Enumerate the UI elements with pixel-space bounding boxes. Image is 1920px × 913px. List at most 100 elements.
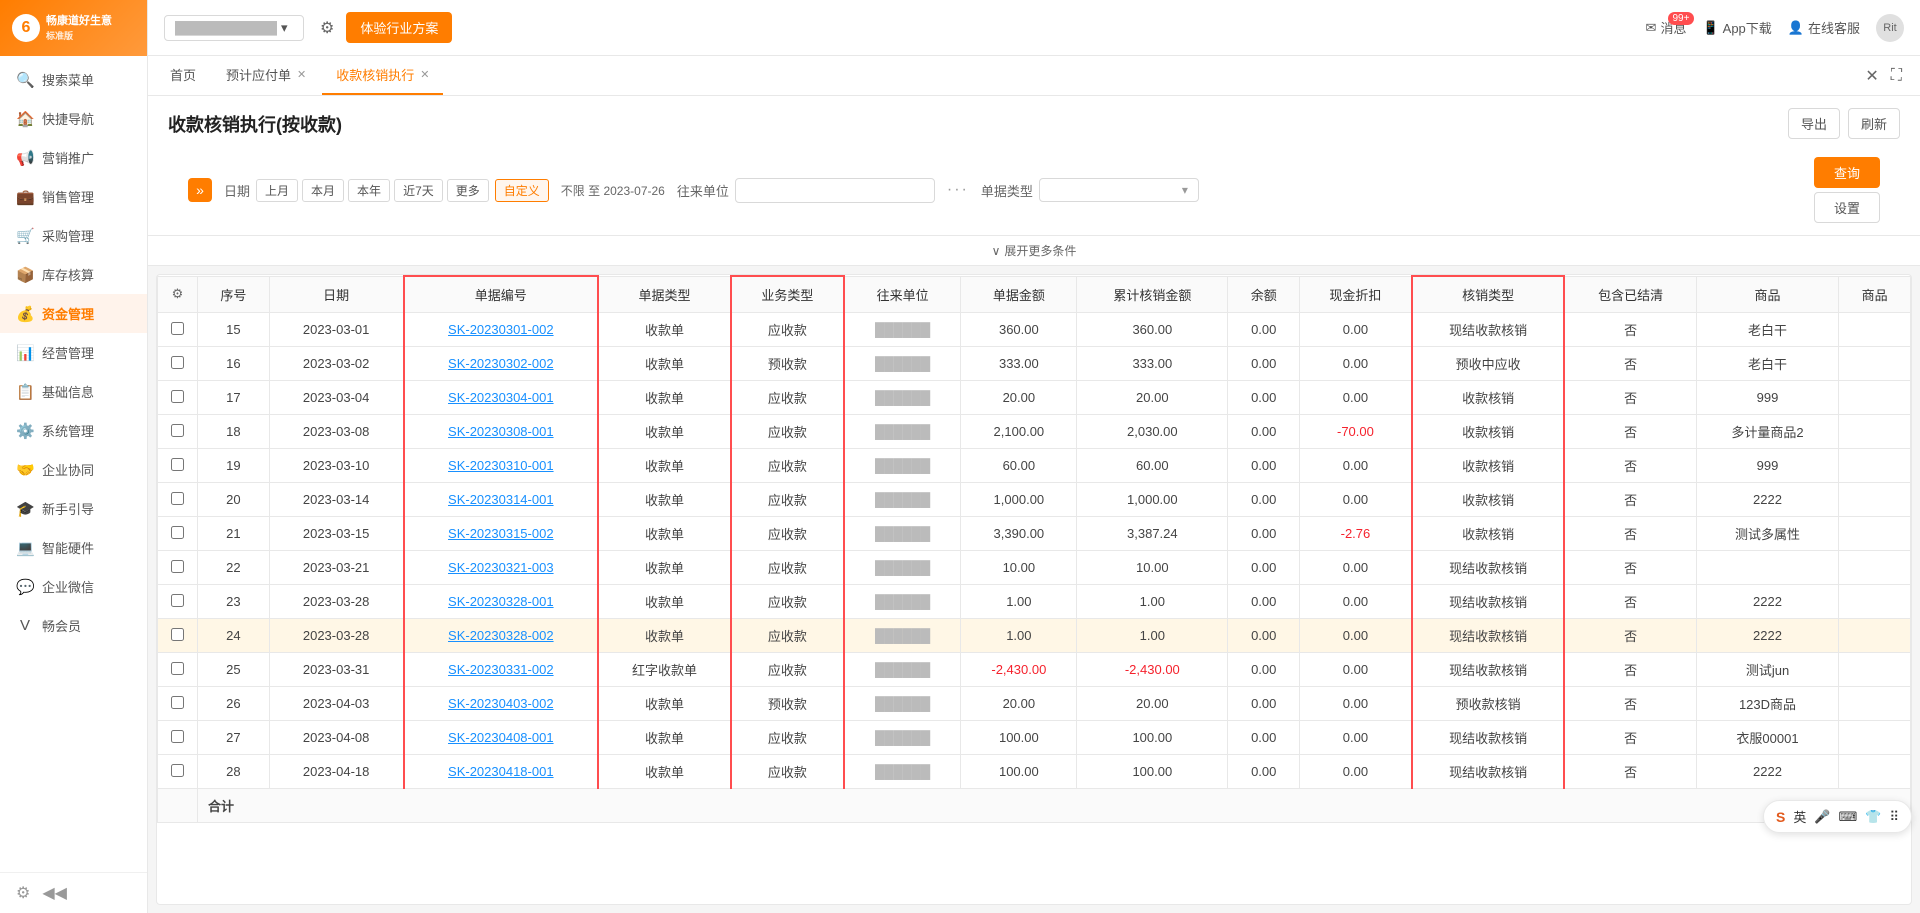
cell-checkbox[interactable] xyxy=(158,687,198,721)
company-selector-text: ████████████ xyxy=(175,21,277,35)
bill-no-link[interactable]: SK-20230301-002 xyxy=(448,322,554,337)
cell-checkbox[interactable] xyxy=(158,449,198,483)
avatar[interactable]: Rit xyxy=(1876,14,1904,42)
tab-pre-receipt[interactable]: 预计应付单✕ xyxy=(212,56,320,95)
cell-checkbox[interactable] xyxy=(158,381,198,415)
date-option-btn[interactable]: 更多 xyxy=(447,179,489,202)
sidebar-item-finance[interactable]: 💰资金管理 xyxy=(0,294,147,333)
table-settings-icon[interactable]: ⚙ xyxy=(172,286,184,301)
bill-no-link[interactable]: SK-20230403-002 xyxy=(448,696,554,711)
row-checkbox-10[interactable] xyxy=(171,662,184,675)
bill-no-link[interactable]: SK-20230314-001 xyxy=(448,492,554,507)
solution-button[interactable]: 体验行业方案 xyxy=(346,12,452,43)
filter-toggle-button[interactable]: » xyxy=(188,178,212,202)
bill-no-link[interactable]: SK-20230328-002 xyxy=(448,628,554,643)
partner-input[interactable] xyxy=(735,178,935,203)
sidebar-item-system[interactable]: ⚙️系统管理 xyxy=(0,411,147,450)
cell-checkbox[interactable] xyxy=(158,483,198,517)
cell-checkbox[interactable] xyxy=(158,313,198,347)
bill-no-link[interactable]: SK-20230321-003 xyxy=(448,560,554,575)
cell-checkbox[interactable] xyxy=(158,415,198,449)
bill-no-link[interactable]: SK-20230331-002 xyxy=(448,662,554,677)
row-checkbox-8[interactable] xyxy=(171,594,184,607)
query-button[interactable]: 查询 xyxy=(1814,157,1880,188)
expand-button[interactable]: ∨ 展开更多条件 xyxy=(992,242,1077,259)
sidebar-item-guide[interactable]: 🎓新手引导 xyxy=(0,489,147,528)
date-option-btn[interactable]: 本年 xyxy=(348,179,390,202)
row-checkbox-13[interactable] xyxy=(171,764,184,777)
row-checkbox-12[interactable] xyxy=(171,730,184,743)
sidebar-item-inventory[interactable]: 📦库存核算 xyxy=(0,255,147,294)
cell-checkbox[interactable] xyxy=(158,517,198,551)
keyboard-icon[interactable]: ⌨ xyxy=(1839,809,1858,825)
row-checkbox-5[interactable] xyxy=(171,492,184,505)
bill-no-link[interactable]: SK-20230304-001 xyxy=(448,390,554,405)
bill-no-link[interactable]: SK-20230308-001 xyxy=(448,424,554,439)
col-settings[interactable]: ⚙ xyxy=(158,276,198,313)
date-custom-button[interactable]: 自定义 xyxy=(495,179,549,202)
cell-checkbox[interactable] xyxy=(158,721,198,755)
cell-checkbox[interactable] xyxy=(158,585,198,619)
date-option-btn[interactable]: 本月 xyxy=(302,179,344,202)
export-button[interactable]: 导出 xyxy=(1788,108,1840,139)
cell-verify-type: 现结收款核销 xyxy=(1412,551,1565,585)
company-selector[interactable]: ████████████ ▾ xyxy=(164,15,304,41)
sidebar-item-sales[interactable]: 💼销售管理 xyxy=(0,177,147,216)
date-option-btn[interactable]: 近7天 xyxy=(394,179,443,202)
row-checkbox-7[interactable] xyxy=(171,560,184,573)
sidebar-item-hardware[interactable]: 💻智能硬件 xyxy=(0,528,147,567)
cell-checkbox[interactable] xyxy=(158,347,198,381)
cell-no: 25 xyxy=(198,653,270,687)
sougou-icon1[interactable]: 👕 xyxy=(1865,809,1881,825)
app-download-button[interactable]: 📱 App下载 xyxy=(1702,18,1771,37)
tab-receipt-verify[interactable]: 收款核销执行✕ xyxy=(322,56,443,95)
sidebar-item-corp[interactable]: 🤝企业协同 xyxy=(0,450,147,489)
collapse-icon[interactable]: ◀◀ xyxy=(42,883,67,903)
sidebar-item-search[interactable]: 🔍搜索菜单 xyxy=(0,60,147,99)
set-button[interactable]: 设置 xyxy=(1814,192,1880,223)
tab-home[interactable]: 首页 xyxy=(156,56,210,95)
more-filters-dots[interactable]: ··· xyxy=(947,181,969,199)
message-button[interactable]: ✉ 消息 99+ xyxy=(1646,18,1687,37)
bill-no-link[interactable]: SK-20230302-002 xyxy=(448,356,554,371)
cell-checkbox[interactable] xyxy=(158,653,198,687)
row-checkbox-3[interactable] xyxy=(171,424,184,437)
cell-checkbox[interactable] xyxy=(158,619,198,653)
mic-icon[interactable]: 🎤 xyxy=(1814,809,1830,825)
online-service-button[interactable]: 👤 在线客服 xyxy=(1788,18,1860,37)
sougou-icon2[interactable]: ⠿ xyxy=(1889,809,1899,825)
maximize-icon[interactable]: ⛶ xyxy=(1889,65,1904,87)
date-option-btn[interactable]: 上月 xyxy=(256,179,298,202)
row-checkbox-11[interactable] xyxy=(171,696,184,709)
row-checkbox-4[interactable] xyxy=(171,458,184,471)
tab-close-receipt-verify[interactable]: ✕ xyxy=(420,68,429,81)
cell-bill-type: 收款单 xyxy=(598,483,731,517)
settings-icon[interactable]: ⚙ xyxy=(16,883,30,903)
sidebar-item-quick[interactable]: 🏠快捷导航 xyxy=(0,99,147,138)
bill-no-link[interactable]: SK-20230408-001 xyxy=(448,730,554,745)
gear-icon[interactable]: ⚙ xyxy=(320,18,334,38)
row-checkbox-0[interactable] xyxy=(171,322,184,335)
cell-checkbox[interactable] xyxy=(158,755,198,789)
sidebar-item-marketing[interactable]: 📢营销推广 xyxy=(0,138,147,177)
row-checkbox-6[interactable] xyxy=(171,526,184,539)
bill-no-link[interactable]: SK-20230418-001 xyxy=(448,764,554,779)
bill-no-link[interactable]: SK-20230310-001 xyxy=(448,458,554,473)
sidebar-item-purchase[interactable]: 🛒采购管理 xyxy=(0,216,147,255)
row-checkbox-1[interactable] xyxy=(171,356,184,369)
refresh-button[interactable]: 刷新 xyxy=(1848,108,1900,139)
bill-type-select[interactable]: ▾ xyxy=(1039,178,1199,202)
bill-no-link[interactable]: SK-20230328-001 xyxy=(448,594,554,609)
sidebar-item-member[interactable]: V畅会员 xyxy=(0,606,147,645)
tab-close-pre-receipt[interactable]: ✕ xyxy=(297,68,306,81)
cell-goods: 测试多属性 xyxy=(1696,517,1838,551)
sidebar-item-wechat[interactable]: 💬企业微信 xyxy=(0,567,147,606)
row-checkbox-9[interactable] xyxy=(171,628,184,641)
table-row: 15 2023-03-01 SK-20230301-002 收款单 应收款 ██… xyxy=(158,313,1911,347)
sidebar-item-basic[interactable]: 📋基础信息 xyxy=(0,372,147,411)
bill-no-link[interactable]: SK-20230315-002 xyxy=(448,526,554,541)
row-checkbox-2[interactable] xyxy=(171,390,184,403)
cell-checkbox[interactable] xyxy=(158,551,198,585)
sidebar-item-operation[interactable]: 📊经营管理 xyxy=(0,333,147,372)
close-tab-icon[interactable]: ✕ xyxy=(1863,64,1880,88)
